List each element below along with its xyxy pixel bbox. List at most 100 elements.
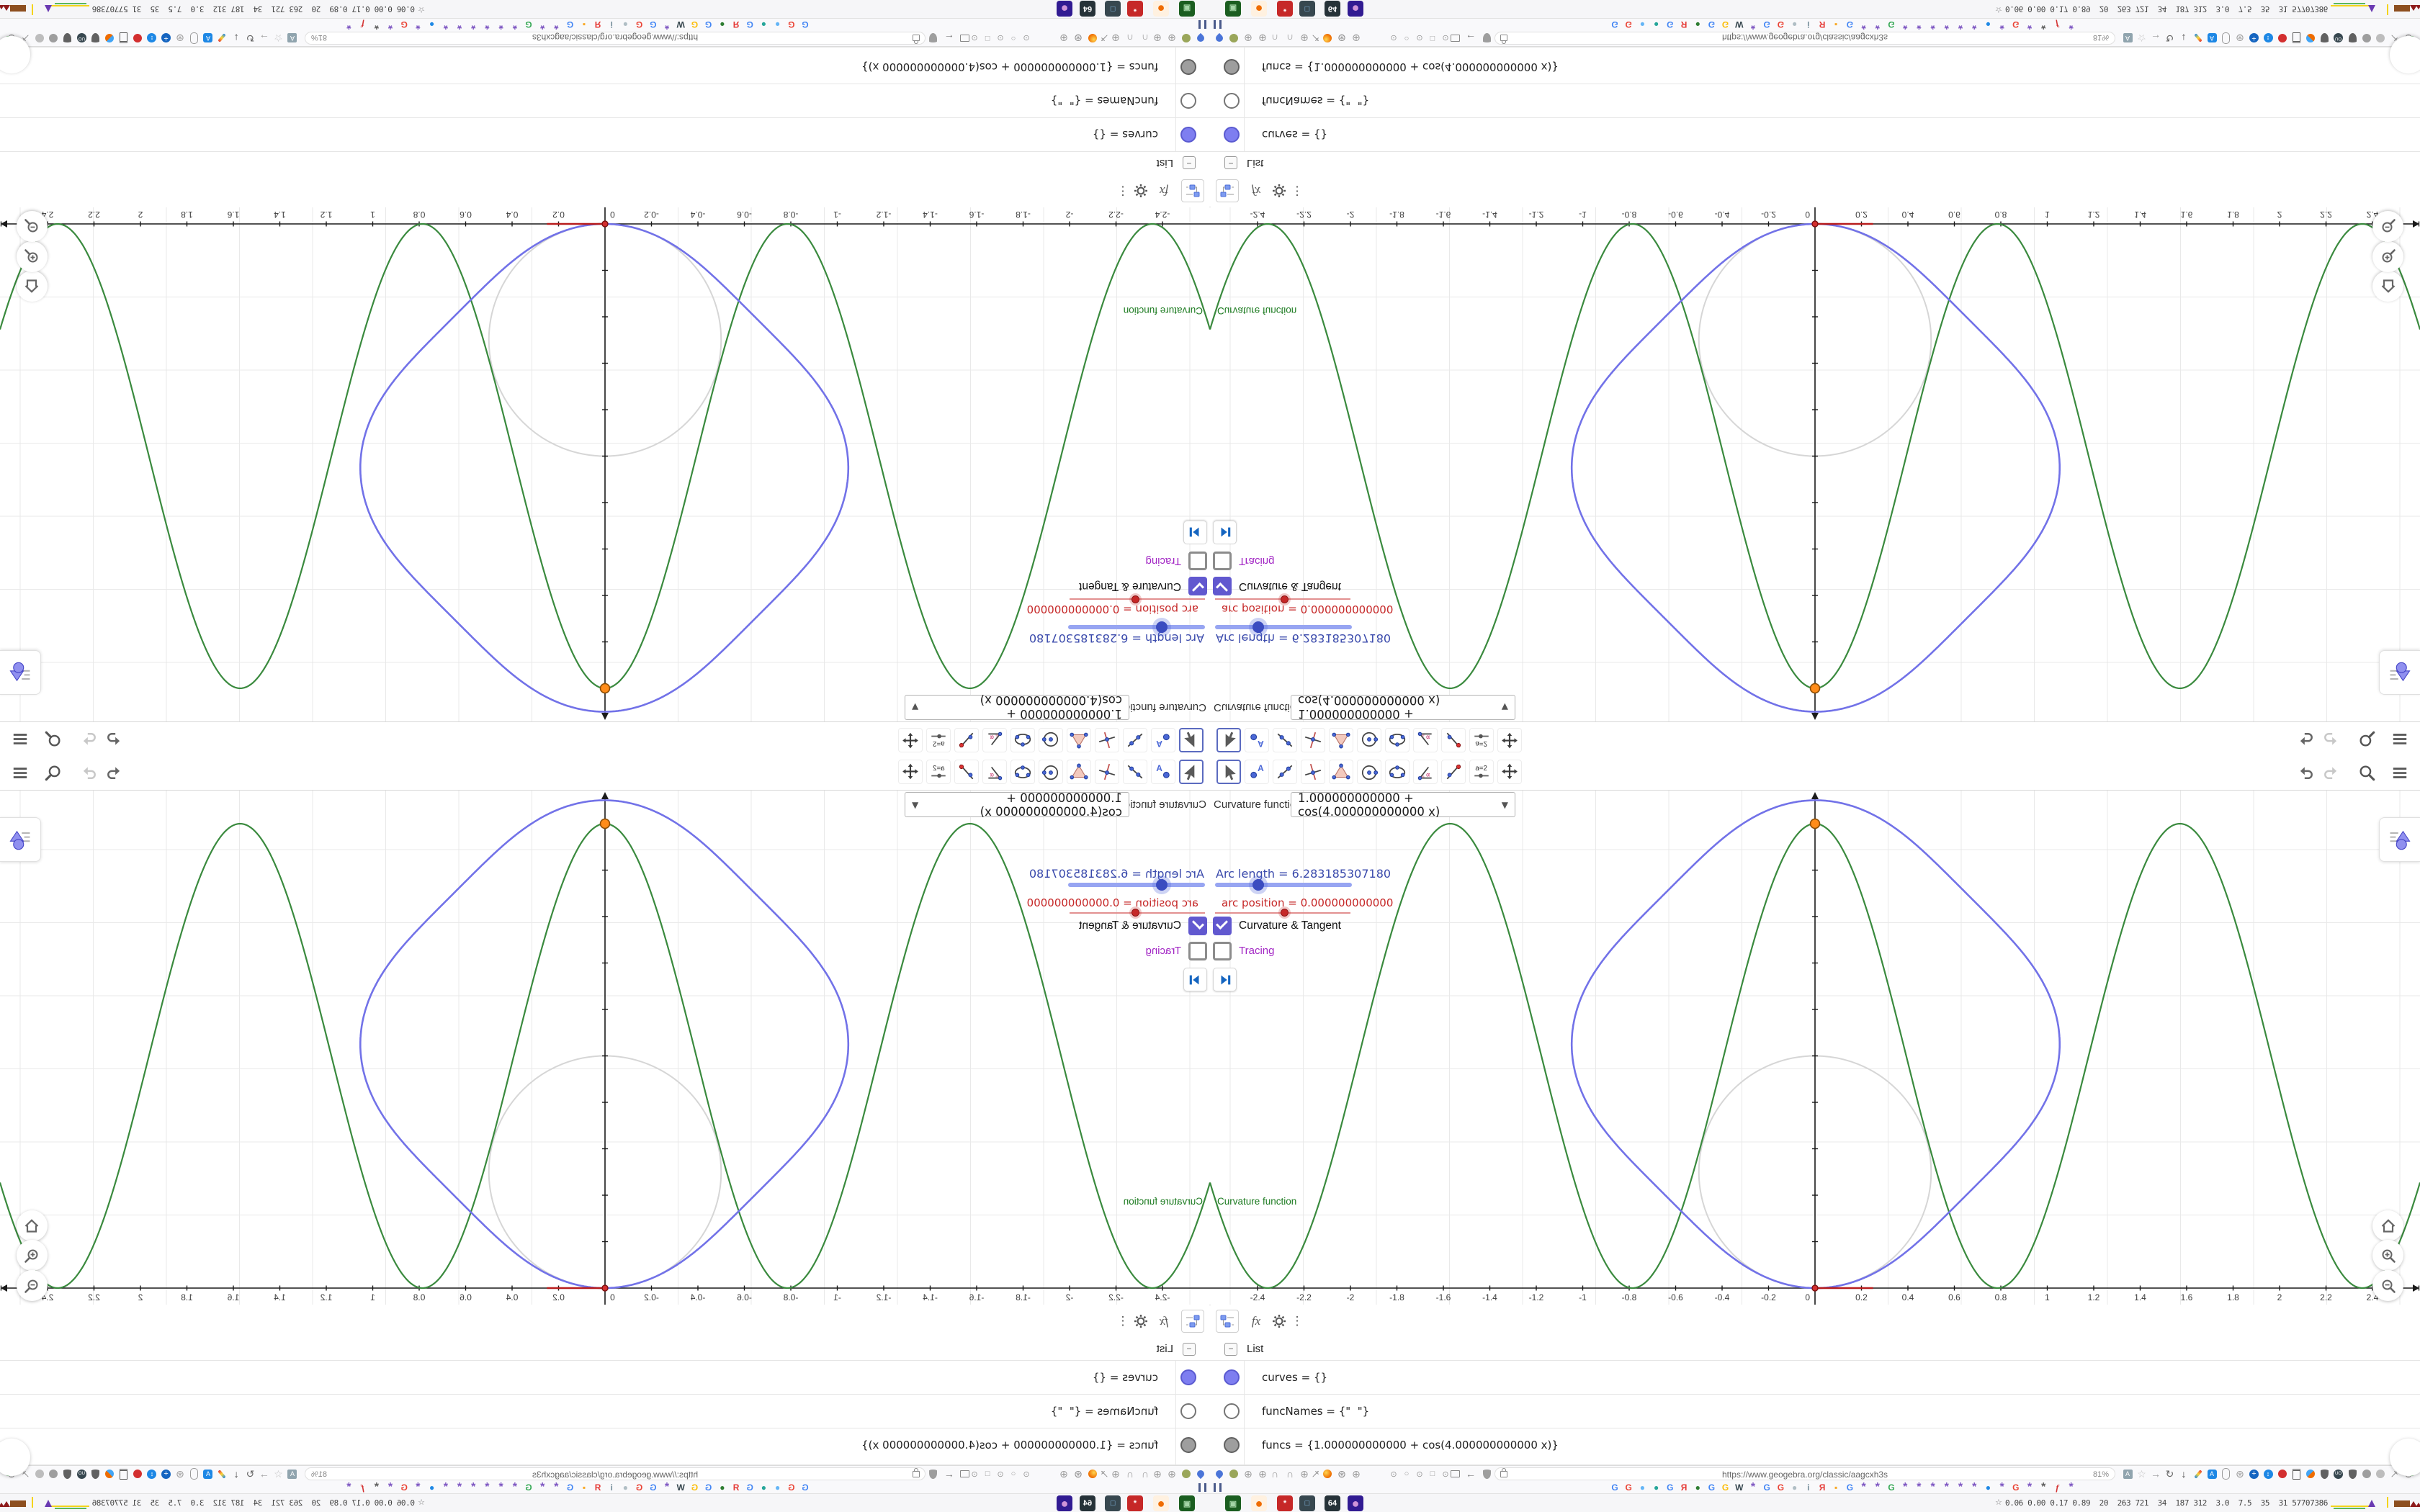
view-options-tab[interactable] (2379, 650, 2420, 695)
collapse-icon[interactable]: − (1224, 1342, 1237, 1356)
arc-length-slider[interactable] (1068, 621, 1205, 633)
bookmark-favicon[interactable]: * (1941, 19, 1953, 31)
globe-icon[interactable]: ⊕ (1256, 31, 1269, 45)
arc-icon[interactable]: ∩ (1268, 31, 1281, 45)
olive-dot-icon[interactable] (1227, 1467, 1240, 1481)
arc-position-slider[interactable] (1215, 595, 1350, 603)
firefox-app-icon[interactable]: ● (1251, 1495, 1267, 1511)
curvature-tangent-checkbox[interactable] (1213, 577, 1232, 595)
bookmark-favicon[interactable]: G (799, 1482, 811, 1493)
globe-color-icon[interactable] (2305, 1467, 2316, 1481)
thumb-icon[interactable] (34, 1467, 45, 1481)
bookmark-favicon[interactable]: * (1858, 1481, 1870, 1493)
algebra-row[interactable]: curves = {} (1210, 1360, 2420, 1394)
list-group-header[interactable]: − List (1210, 1338, 2420, 1360)
visibility-marble[interactable] (1224, 93, 1240, 109)
globe-gray-icon[interactable] (48, 1467, 60, 1481)
bookmark-favicon[interactable]: ● (717, 19, 728, 30)
tool-angle-button[interactable]: α (982, 728, 1007, 752)
tool-slider-button[interactable]: a=2 (1469, 760, 1494, 784)
sync-icon[interactable]: ↕ (146, 1467, 158, 1481)
square-icon[interactable]: □ (982, 1467, 992, 1481)
forward-icon[interactable]: → (259, 1467, 270, 1481)
bookmark-favicon[interactable]: * (1899, 1481, 1911, 1493)
arc-length-slider[interactable] (1215, 879, 1352, 891)
bookmark-favicon[interactable]: * (2066, 19, 2077, 31)
target-icon[interactable]: ⊙ (969, 1467, 980, 1481)
mouse-icon[interactable] (2220, 31, 2232, 45)
settings-button[interactable] (1268, 179, 1291, 202)
tool-slider-button[interactable]: a=2 (926, 760, 951, 784)
target-icon[interactable]: ⊙ (1021, 1467, 1031, 1481)
circle-icon[interactable]: ○ (1008, 1467, 1018, 1481)
terminal-app-icon[interactable]: ▣ (1225, 1, 1241, 17)
arc-icon[interactable]: ∩ (1283, 31, 1296, 45)
bookmark-favicon[interactable]: * (1858, 19, 1870, 31)
tool-conic-5-points-button[interactable] (1010, 728, 1035, 752)
bookmark-favicon[interactable]: f (357, 19, 369, 30)
bookmark-favicon[interactable]: * (1913, 1481, 1924, 1493)
tool-move-button[interactable] (1179, 728, 1204, 752)
url-bar[interactable]: https://www.geogebra.org/classic/aagcxh3… (305, 32, 926, 45)
shield-icon[interactable] (62, 1467, 73, 1481)
bookmark-favicon[interactable]: * (661, 19, 673, 31)
tool-conic-5-points-button[interactable] (1385, 728, 1410, 752)
tool-move-graphics-view-button[interactable] (1497, 728, 1522, 752)
globe-icon[interactable]: ⊕ (1242, 1467, 1255, 1481)
bookmark-favicon[interactable]: W (1734, 19, 1745, 30)
bookmark-favicon[interactable]: G (398, 1482, 410, 1493)
algebra-style-button[interactable] (1216, 1310, 1239, 1333)
add-icon[interactable]: + (2249, 1467, 2260, 1481)
home-view-button[interactable] (2372, 271, 2403, 302)
redo-button[interactable] (2321, 729, 2341, 750)
tool-polygon-button[interactable] (1329, 728, 1353, 752)
target-icon[interactable]: ⊙ (995, 31, 1005, 45)
arc-icon[interactable]: ∩ (1124, 1467, 1137, 1481)
bookmark-favicon[interactable]: G (1844, 1482, 1855, 1493)
tool-reflect-about-line-button[interactable] (954, 728, 979, 752)
back-arrow-icon[interactable]: ← (944, 31, 955, 45)
floppy64-app-icon[interactable]: 64 (1080, 1495, 1095, 1511)
tool-polygon-button[interactable] (1067, 760, 1091, 784)
arc-position-slider-knob[interactable] (1281, 595, 1289, 603)
algebra-style-button[interactable] (1181, 179, 1204, 202)
bookmark-favicon[interactable]: ● (758, 1482, 769, 1493)
bookmark-favicon[interactable]: G (689, 1482, 700, 1493)
tool-perpendicular-line-button[interactable] (1095, 760, 1119, 784)
globe-icon[interactable]: ⊕ (1242, 31, 1255, 45)
play-animation-button[interactable] (1213, 968, 1237, 991)
trash-icon[interactable] (2290, 31, 2302, 45)
bookmark-favicon[interactable]: G (1609, 1482, 1621, 1493)
firefox-app-icon[interactable]: ● (1153, 1, 1169, 17)
zoom-out-button[interactable] (2372, 211, 2403, 242)
bookmark-favicon[interactable]: G (744, 19, 756, 30)
olive-dot-icon[interactable] (1180, 31, 1193, 45)
bookmark-favicon[interactable]: ● (619, 19, 631, 30)
bookmark-favicon[interactable]: W (675, 1482, 686, 1493)
bookmark-favicon[interactable]: * (440, 19, 452, 31)
play-animation-button[interactable] (1213, 521, 1237, 544)
graphics-view[interactable]: -2.4 -2.2 -2 -1.8 -1.6 -1.4 -1.2 -1 -0.8 -0.6 -0.4… (0, 791, 1210, 1305)
sync-icon[interactable]: ↕ (146, 31, 158, 45)
arc-length-slider[interactable] (1215, 621, 1352, 633)
arc-position-slider-label[interactable]: arc position = 0.000000000000 (1222, 896, 1393, 909)
bookmark-favicon[interactable]: * (1872, 19, 1883, 31)
arc-icon[interactable]: ∩ (1139, 31, 1152, 45)
globe-icon[interactable]: ⊕ (1151, 1467, 1164, 1481)
bookmark-favicon[interactable]: ▪ (578, 19, 590, 30)
bookmark-favicon[interactable]: * (1747, 19, 1759, 31)
add-icon[interactable]: + (161, 1467, 172, 1481)
bookmark-favicon[interactable]: * (343, 19, 354, 31)
terminal-app-icon[interactable]: ▣ (1179, 1495, 1195, 1511)
visibility-marble[interactable] (1224, 1403, 1240, 1419)
more-options-button[interactable]: ⋮ (1291, 179, 1304, 202)
graph-canvas[interactable]: -2.4 -2.2 -2 -1.8 -1.6 -1.4 -1.2 -1 -0.8 -0.6 -0.4… (1210, 791, 2420, 1305)
tool-move-button[interactable] (1216, 760, 1241, 784)
cat-app-icon[interactable]: ● (1057, 1495, 1072, 1511)
tool-angle-button[interactable]: α (1413, 760, 1438, 784)
function-selector[interactable]: 1.000000000000 + cos(4.000000000000 x) ▼ (1291, 694, 1515, 721)
tool-perpendicular-line-button[interactable] (1301, 728, 1325, 752)
settings-button[interactable] (1129, 179, 1152, 202)
thumb-icon[interactable] (2375, 1467, 2386, 1481)
bookmark-favicon[interactable]: G (523, 1482, 534, 1493)
